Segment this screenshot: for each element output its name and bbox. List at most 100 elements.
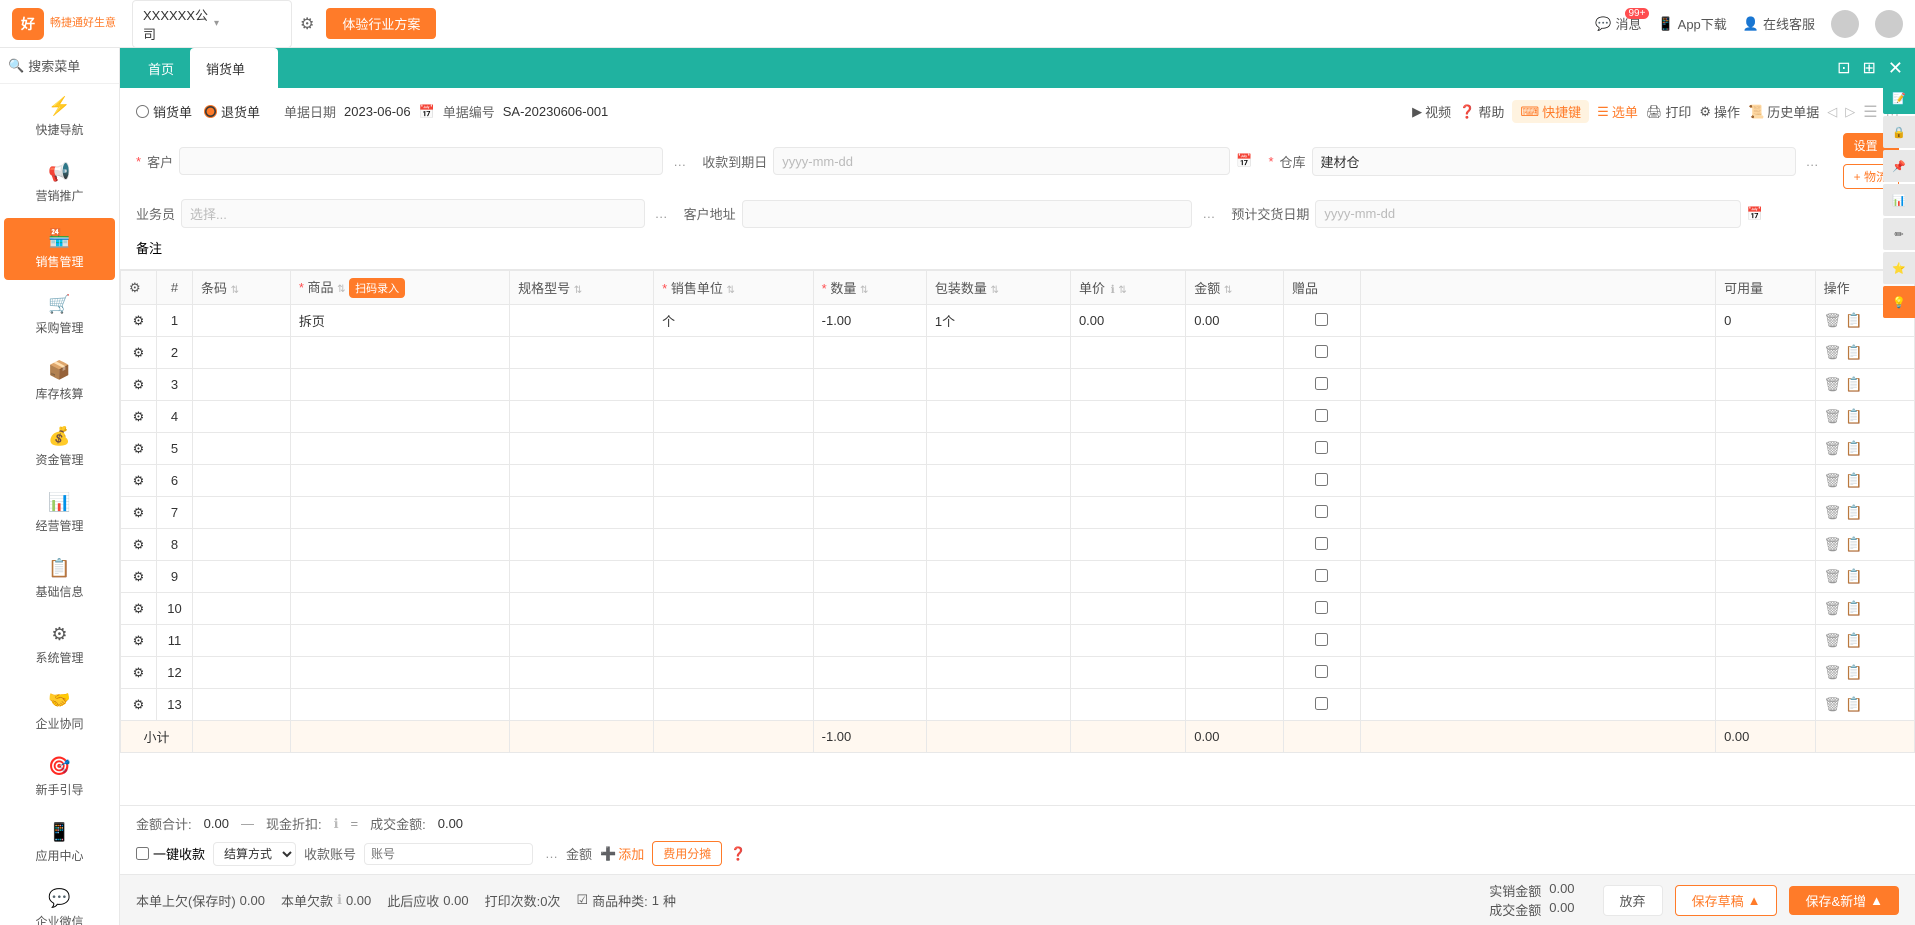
row-pack-qty-0[interactable]: 1个 — [926, 305, 1070, 337]
row-spec-4[interactable] — [510, 433, 654, 465]
row-barcode-4[interactable] — [193, 433, 291, 465]
row-qty-9[interactable] — [813, 593, 926, 625]
row-product-2[interactable] — [290, 369, 509, 401]
row-pack-qty-2[interactable] — [926, 369, 1070, 401]
row-spec-0[interactable] — [510, 305, 654, 337]
delete-icon-3[interactable]: 🗑 — [1824, 408, 1842, 424]
row-qty-10[interactable] — [813, 625, 926, 657]
gift-checkbox-1[interactable] — [1315, 345, 1328, 358]
row-unit-3[interactable] — [654, 401, 814, 433]
tab-home[interactable]: 首页 — [132, 48, 190, 88]
copy-icon-7[interactable]: 📋 — [1845, 536, 1862, 552]
scan-button[interactable]: 扫码录入 — [349, 278, 405, 298]
row-spec-5[interactable] — [510, 465, 654, 497]
row-barcode-9[interactable] — [193, 593, 291, 625]
gift-checkbox-8[interactable] — [1315, 569, 1328, 582]
rf-btn-7[interactable]: 💡 — [1883, 286, 1915, 318]
row-unit-5[interactable] — [654, 465, 814, 497]
tab-expand-icon[interactable]: ⊡ — [1837, 58, 1850, 78]
row-settings-5[interactable]: ⚙ — [121, 465, 157, 497]
calendar-icon[interactable]: 📅 — [419, 104, 435, 120]
row-pack-qty-7[interactable] — [926, 529, 1070, 561]
rf-btn-6[interactable]: ⭐ — [1883, 252, 1915, 284]
row-product-4[interactable] — [290, 433, 509, 465]
row-amount-7[interactable] — [1186, 529, 1284, 561]
row-amount-10[interactable] — [1186, 625, 1284, 657]
warehouse-more-icon[interactable]: … — [1806, 154, 1819, 169]
rf-btn-3[interactable]: 📌 — [1883, 150, 1915, 182]
delete-icon-9[interactable]: 🗑 — [1824, 600, 1842, 616]
delete-icon-11[interactable]: 🗑 — [1824, 664, 1842, 680]
row-unit-0[interactable]: 个 — [654, 305, 814, 337]
copy-icon-3[interactable]: 📋 — [1845, 408, 1862, 424]
row-spec-8[interactable] — [510, 561, 654, 593]
row-qty-8[interactable] — [813, 561, 926, 593]
gift-checkbox-11[interactable] — [1315, 665, 1328, 678]
delete-icon-8[interactable]: 🗑 — [1824, 568, 1842, 584]
row-product-5[interactable] — [290, 465, 509, 497]
row-product-6[interactable] — [290, 497, 509, 529]
row-settings-6[interactable]: ⚙ — [121, 497, 157, 529]
row-unit-2[interactable] — [654, 369, 814, 401]
user-avatar-2[interactable] — [1875, 10, 1903, 38]
row-barcode-0[interactable] — [193, 305, 291, 337]
row-gift-9[interactable] — [1284, 593, 1360, 625]
row-unit-price-6[interactable] — [1070, 497, 1185, 529]
row-spec-12[interactable] — [510, 689, 654, 721]
radio-sales-order[interactable]: 销货单 — [136, 102, 192, 121]
row-amount-4[interactable] — [1186, 433, 1284, 465]
row-settings-11[interactable]: ⚙ — [121, 657, 157, 689]
row-barcode-6[interactable] — [193, 497, 291, 529]
row-settings-0[interactable]: ⚙ — [121, 305, 157, 337]
row-barcode-11[interactable] — [193, 657, 291, 689]
copy-icon-6[interactable]: 📋 — [1845, 504, 1862, 520]
row-pack-qty-5[interactable] — [926, 465, 1070, 497]
history-btn[interactable]: 📜 历史单据 — [1748, 102, 1819, 121]
account-more-icon[interactable]: … — [545, 846, 558, 861]
row-spec-1[interactable] — [510, 337, 654, 369]
row-unit-6[interactable] — [654, 497, 814, 529]
settings-icon[interactable]: ⚙ — [300, 14, 314, 34]
sidebar-item-purchase[interactable]: 🛒 采购管理 — [4, 284, 115, 346]
company-selector[interactable]: XXXXXX公司 ▾ — [132, 0, 292, 48]
row-pack-qty-3[interactable] — [926, 401, 1070, 433]
row-unit-7[interactable] — [654, 529, 814, 561]
row-amount-9[interactable] — [1186, 593, 1284, 625]
row-unit-price-3[interactable] — [1070, 401, 1185, 433]
copy-icon-1[interactable]: 📋 — [1845, 344, 1862, 360]
row-barcode-8[interactable] — [193, 561, 291, 593]
gift-checkbox-7[interactable] — [1315, 537, 1328, 550]
row-gift-10[interactable] — [1284, 625, 1360, 657]
sidebar-item-wechat[interactable]: 💬 企业微信 — [4, 878, 115, 925]
row-gift-0[interactable] — [1284, 305, 1360, 337]
row-amount-0[interactable]: 0.00 — [1186, 305, 1284, 337]
user-avatar[interactable] — [1831, 10, 1859, 38]
gift-checkbox-0[interactable] — [1315, 313, 1328, 326]
row-pack-qty-8[interactable] — [926, 561, 1070, 593]
sidebar-item-sales[interactable]: 🏪 销售管理 — [4, 218, 115, 280]
row-settings-9[interactable]: ⚙ — [121, 593, 157, 625]
row-unit-10[interactable] — [654, 625, 814, 657]
row-spec-2[interactable] — [510, 369, 654, 401]
row-settings-10[interactable]: ⚙ — [121, 625, 157, 657]
account-input[interactable] — [364, 843, 533, 865]
row-amount-3[interactable] — [1186, 401, 1284, 433]
sidebar-item-operations[interactable]: 📊 经营管理 — [4, 482, 115, 544]
gift-checkbox-4[interactable] — [1315, 441, 1328, 454]
row-gift-2[interactable] — [1284, 369, 1360, 401]
radio-return-order[interactable]: 退货单 — [204, 102, 260, 121]
add-button[interactable]: ➕ 添加 — [600, 844, 644, 863]
copy-icon-11[interactable]: 📋 — [1845, 664, 1862, 680]
save-draft-chevron[interactable]: ▲ — [1748, 893, 1761, 908]
row-amount-12[interactable] — [1186, 689, 1284, 721]
salesperson-more-icon[interactable]: … — [655, 206, 668, 221]
row-product-12[interactable] — [290, 689, 509, 721]
row-product-7[interactable] — [290, 529, 509, 561]
select-btn[interactable]: ☰ 选单 — [1597, 102, 1638, 121]
copy-icon-8[interactable]: 📋 — [1845, 568, 1862, 584]
row-qty-12[interactable] — [813, 689, 926, 721]
row-settings-12[interactable]: ⚙ — [121, 689, 157, 721]
row-unit-price-7[interactable] — [1070, 529, 1185, 561]
delete-icon-6[interactable]: 🗑 — [1824, 504, 1842, 520]
row-product-8[interactable] — [290, 561, 509, 593]
